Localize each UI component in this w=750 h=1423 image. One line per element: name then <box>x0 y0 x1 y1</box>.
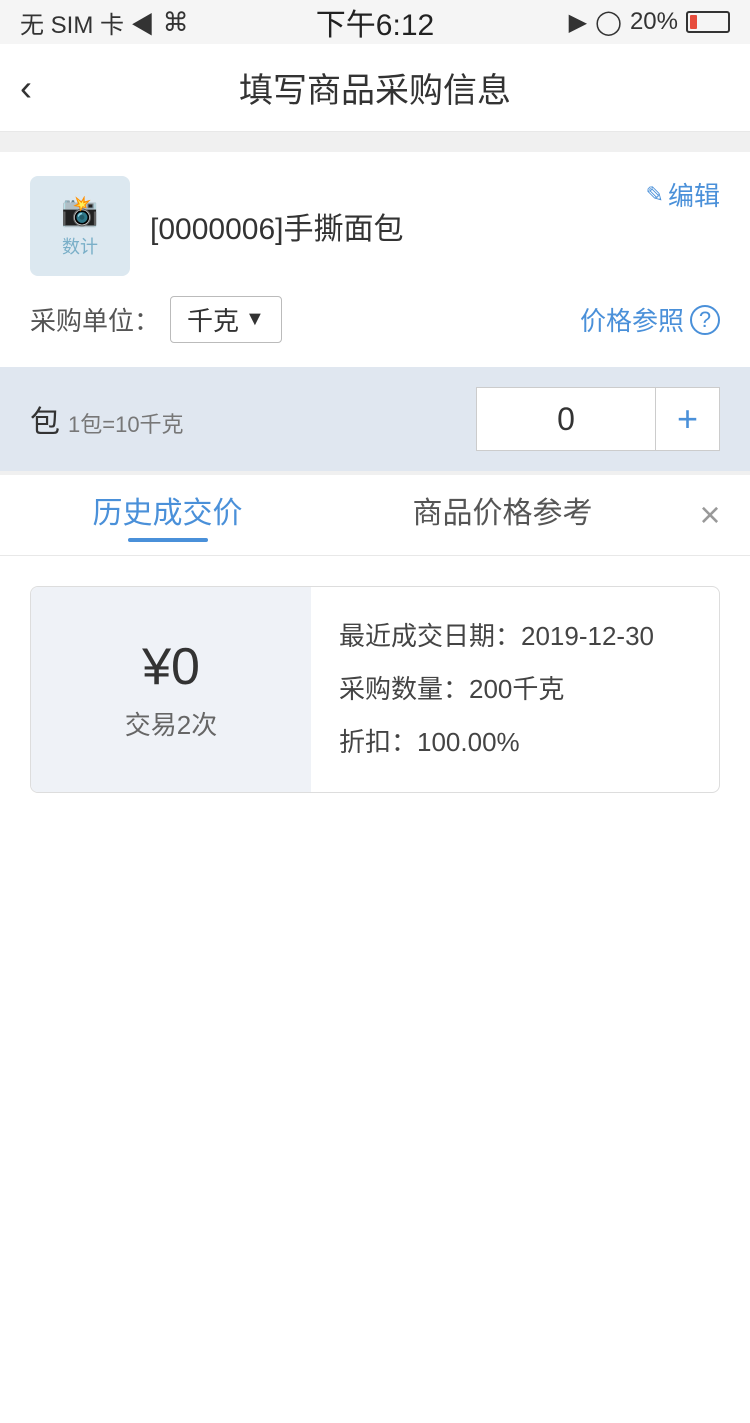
tab-active-underline <box>128 538 208 542</box>
product-bottom-row: 采购单位： 千克 ▼ 价格参照 ? <box>30 296 720 343</box>
history-discount-value: 100.00% <box>417 727 520 757</box>
question-icon: ? <box>690 305 720 335</box>
history-qty-label: 采购数量： <box>339 674 469 704</box>
history-card: ¥0 交易2次 最近成交日期：2019-12-30 采购数量：200千克 折扣：… <box>30 586 720 793</box>
product-image: 📸 数计 <box>30 176 130 276</box>
status-left: 无 SIM 卡 ◀ ⌘ <box>20 5 189 40</box>
tab-price-ref-label: 商品价格参考 <box>413 488 593 532</box>
status-bar: 无 SIM 卡 ◀ ⌘ 下午6:12 ▶ ◯ 20% <box>0 0 750 44</box>
back-button[interactable]: ‹ <box>20 67 32 109</box>
history-date-value: 2019-12-30 <box>521 621 654 651</box>
status-right: ▶ ◯ 20% <box>569 8 730 37</box>
quantity-label: 包 1包=10千克 <box>30 397 184 441</box>
history-details-panel: 最近成交日期：2019-12-30 采购数量：200千克 折扣：100.00% <box>311 587 719 792</box>
page-title: 填写商品采购信息 <box>239 63 511 112</box>
edit-icon: ✎ <box>646 182 664 208</box>
tab-history-label: 历史成交价 <box>93 488 243 532</box>
quantity-input-group: + <box>476 387 720 451</box>
history-date-row: 最近成交日期：2019-12-30 <box>339 617 691 656</box>
unit-row: 采购单位： 千克 ▼ <box>30 296 282 343</box>
quantity-row: 包 1包=10千克 + <box>0 367 750 471</box>
history-price-panel: ¥0 交易2次 <box>31 587 311 792</box>
main-content-area <box>0 823 750 1423</box>
product-img-label: 数计 <box>62 233 98 259</box>
history-discount-label: 折扣： <box>339 727 417 757</box>
edit-button[interactable]: ✎ 编辑 <box>646 176 720 213</box>
location-icon: ▶ <box>569 8 587 37</box>
quantity-plus-button[interactable]: + <box>656 387 720 451</box>
alarm-icon: ◯ <box>595 8 622 37</box>
history-price-value: ¥0 <box>142 637 200 697</box>
unit-value: 千克 <box>187 301 239 338</box>
wifi-icon: ⌘ <box>163 7 189 38</box>
unit-label: 采购单位： <box>30 301 160 338</box>
sim-label: 无 SIM 卡 ◀ <box>20 5 155 40</box>
history-qty-value: 200千克 <box>469 674 564 704</box>
edit-label: 编辑 <box>668 176 720 213</box>
tab-product-price-ref[interactable]: 商品价格参考 <box>335 475 670 555</box>
history-transactions: 交易2次 <box>125 705 217 742</box>
price-ref-label: 价格参照 <box>580 301 684 338</box>
unit-select[interactable]: 千克 ▼ <box>170 296 282 343</box>
tabs-container: 历史成交价 商品价格参考 × <box>0 475 750 556</box>
product-card: 📸 数计 [0000006]手撕面包 ✎ 编辑 采购单位： 千克 ▼ 价格参照 … <box>0 152 750 367</box>
battery-indicator <box>686 11 730 33</box>
qty-hint: 1包=10千克 <box>68 407 184 439</box>
product-name: [0000006]手撕面包 <box>150 204 403 248</box>
product-top-row: 📸 数计 [0000006]手撕面包 ✎ 编辑 <box>30 176 720 276</box>
product-img-icon: 📸 <box>61 194 98 229</box>
history-discount-row: 折扣：100.00% <box>339 723 691 762</box>
header: ‹ 填写商品采购信息 <box>0 44 750 132</box>
tab-close-button[interactable]: × <box>670 475 750 555</box>
tab-history-price[interactable]: 历史成交价 <box>0 475 335 555</box>
history-section: ¥0 交易2次 最近成交日期：2019-12-30 采购数量：200千克 折扣：… <box>0 556 750 823</box>
product-info: 📸 数计 [0000006]手撕面包 <box>30 176 403 276</box>
battery-pct: 20% <box>630 8 678 36</box>
history-qty-row: 采购数量：200千克 <box>339 670 691 709</box>
quantity-input[interactable] <box>476 387 656 451</box>
price-reference-link[interactable]: 价格参照 ? <box>580 301 720 338</box>
chevron-down-icon: ▼ <box>245 308 265 331</box>
history-date-label: 最近成交日期： <box>339 621 521 651</box>
status-time: 下午6:12 <box>316 0 434 44</box>
qty-unit: 包 <box>30 397 60 441</box>
